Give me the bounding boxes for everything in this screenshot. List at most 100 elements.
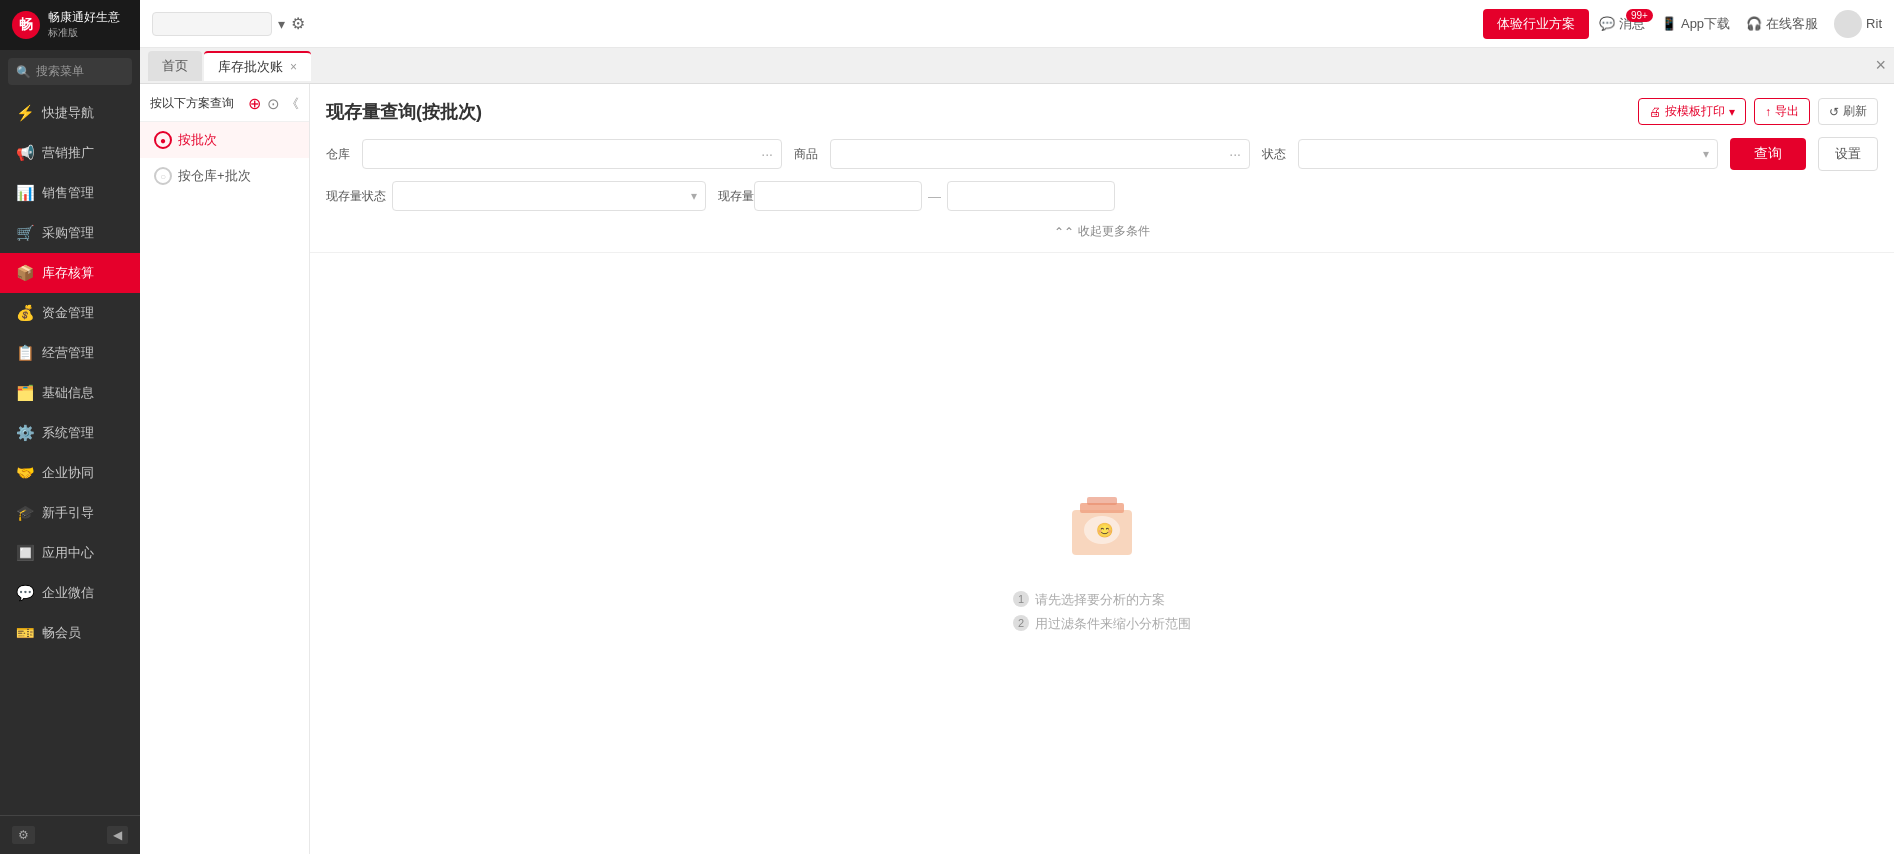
product-input[interactable]: ···: [830, 139, 1250, 169]
messages-btn[interactable]: 💬 消息 99+: [1599, 15, 1645, 33]
online-service-btn[interactable]: 🎧 在线客服: [1746, 15, 1818, 33]
query-btn[interactable]: 查询: [1730, 138, 1806, 170]
topbar-settings-btn[interactable]: ⚙: [291, 14, 305, 33]
sidebar-footer: ⚙ ◀: [0, 815, 140, 854]
app-edition: 标准版: [48, 26, 120, 40]
search-icon: 🔍: [16, 65, 31, 79]
sidebar-item-newbie[interactable]: 🎓 新手引导: [0, 493, 140, 533]
print-dropdown-icon: ▾: [1729, 105, 1735, 119]
sidebar-item-label: 基础信息: [42, 384, 94, 402]
export-label: 导出: [1775, 103, 1799, 120]
sidebar-search[interactable]: 🔍 搜索菜单: [8, 58, 132, 85]
sidebar-item-label: 经营管理: [42, 344, 94, 362]
range-dash: —: [928, 189, 941, 204]
empty-tip-2: 2 用过滤条件来缩小分析范围: [1013, 615, 1191, 633]
filter-settings-btn[interactable]: 设置: [1818, 137, 1878, 171]
online-service-label: 在线客服: [1766, 15, 1818, 33]
tabbar: 首页 库存批次账 × ×: [140, 48, 1894, 84]
status-label: 状态: [1262, 146, 1292, 163]
sidebar-item-operation[interactable]: 📋 经营管理: [0, 333, 140, 373]
sidebar-item-label: 销售管理: [42, 184, 94, 202]
panel-close-btn[interactable]: ×: [1875, 55, 1886, 76]
headset-icon: 🎧: [1746, 16, 1762, 31]
scheme-collapse-btn[interactable]: 《: [286, 95, 299, 113]
marketing-icon: 📢: [16, 144, 34, 162]
phone-icon: 📱: [1661, 16, 1677, 31]
stock-qty-max-input[interactable]: [947, 181, 1115, 211]
sidebar-item-label: 新手引导: [42, 504, 94, 522]
print-label: 按模板打印: [1665, 103, 1725, 120]
export-btn[interactable]: ↑ 导出: [1754, 98, 1810, 125]
warehouse-input[interactable]: ···: [362, 139, 782, 169]
stock-qty-range: —: [754, 181, 1115, 211]
stock-qty-min-input[interactable]: [754, 181, 922, 211]
sidebar-item-sales[interactable]: 📊 销售管理: [0, 173, 140, 213]
topbar-search-area: ▾ ⚙: [152, 12, 1473, 36]
sidebar-item-label: 采购管理: [42, 224, 94, 242]
sidebar-item-quicknav[interactable]: ⚡ 快捷导航: [0, 93, 140, 133]
user-avatar-btn[interactable]: Rit: [1834, 10, 1882, 38]
status-filter: 状态 ▾: [1262, 139, 1718, 169]
sidebar-item-inventory[interactable]: 📦 库存核算: [0, 253, 140, 293]
status-select[interactable]: ▾: [1298, 139, 1718, 169]
tip-num-1: 1: [1013, 591, 1029, 607]
purchase-icon: 🛒: [16, 224, 34, 242]
scheme-item-by-batch[interactable]: ● 按批次: [140, 122, 309, 158]
collapse-more-row[interactable]: ⌃⌃ 收起更多条件: [326, 219, 1878, 244]
sidebar-item-label: 营销推广: [42, 144, 94, 162]
sidebar-item-basic[interactable]: 🗂️ 基础信息: [0, 373, 140, 413]
sidebar-item-enterprise[interactable]: 🤝 企业协同: [0, 453, 140, 493]
scheme-settings-btn[interactable]: ⊙: [267, 95, 280, 113]
export-icon: ↑: [1765, 105, 1771, 119]
sidebar-item-wechat[interactable]: 💬 企业微信: [0, 573, 140, 613]
sidebar-item-finance[interactable]: 💰 资金管理: [0, 293, 140, 333]
app-download-btn[interactable]: 📱 App下载: [1661, 15, 1730, 33]
warehouse-label: 仓库: [326, 146, 356, 163]
sidebar-item-purchase[interactable]: 🛒 采购管理: [0, 213, 140, 253]
tab-close-btn[interactable]: ×: [290, 60, 297, 74]
sidebar-item-marketing[interactable]: 📢 营销推广: [0, 133, 140, 173]
industry-solution-btn[interactable]: 体验行业方案: [1483, 9, 1589, 39]
system-icon: ⚙️: [16, 424, 34, 442]
scheme-active-icon: ●: [154, 131, 172, 149]
inventory-icon: 📦: [16, 264, 34, 282]
tab-home-label: 首页: [162, 57, 188, 75]
sidebar-item-apps[interactable]: 🔲 应用中心: [0, 533, 140, 573]
tab-home[interactable]: 首页: [148, 51, 202, 81]
scheme-panel-title: 按以下方案查询: [150, 95, 234, 112]
sidebar-collapse-btn[interactable]: ◀: [107, 826, 128, 844]
topbar-search-input[interactable]: [152, 12, 272, 36]
sidebar-header: 畅 畅康通好生意 标准版: [0, 0, 140, 50]
page-title: 现存量查询(按批次): [326, 100, 482, 124]
scheme-panel-actions: ⊕ ⊙ 《: [248, 94, 299, 113]
stock-status-select[interactable]: ▾: [392, 181, 706, 211]
sidebar-item-member[interactable]: 🎫 畅会员: [0, 613, 140, 653]
product-label: 商品: [794, 146, 824, 163]
content-area: 按以下方案查询 ⊕ ⊙ 《 ● 按批次 ○ 按仓库+批次 现存量查询(: [140, 84, 1894, 854]
add-scheme-btn[interactable]: ⊕: [248, 94, 261, 113]
product-dots[interactable]: ···: [1229, 146, 1241, 162]
message-icon: 💬: [1599, 16, 1615, 31]
sidebar-nav: ⚡ 快捷导航 📢 营销推广 📊 销售管理 🛒 采购管理 📦 库存核算 💰 资金管…: [0, 93, 140, 815]
print-icon: 🖨: [1649, 105, 1661, 119]
stock-status-chevron-icon: ▾: [691, 189, 697, 203]
scheme-by-batch-label: 按批次: [178, 131, 217, 149]
collapse-up-icon: ⌃⌃: [1054, 225, 1074, 239]
basic-icon: 🗂️: [16, 384, 34, 402]
print-btn[interactable]: 🖨 按模板打印 ▾: [1638, 98, 1746, 125]
finance-icon: 💰: [16, 304, 34, 322]
sidebar-item-system[interactable]: ⚙️ 系统管理: [0, 413, 140, 453]
sidebar-settings-btn[interactable]: ⚙: [12, 826, 35, 844]
status-chevron-icon: ▾: [1703, 147, 1709, 161]
scheme-item-by-warehouse-batch[interactable]: ○ 按仓库+批次: [140, 158, 309, 194]
topbar-dropdown-btn[interactable]: ▾: [278, 16, 285, 32]
refresh-btn[interactable]: ↺ 刷新: [1818, 98, 1878, 125]
tab-inventory-batch[interactable]: 库存批次账 ×: [204, 51, 311, 81]
sidebar-search-label: 搜索菜单: [36, 63, 84, 80]
warehouse-filter: 仓库 ···: [326, 139, 782, 169]
enterprise-icon: 🤝: [16, 464, 34, 482]
tip-1-text: 请先选择要分析的方案: [1035, 591, 1165, 609]
warehouse-dots[interactable]: ···: [761, 146, 773, 162]
tab-inventory-batch-label: 库存批次账: [218, 58, 283, 76]
filter-row-2: 现存量状态 ▾ 现存量（主） —: [326, 181, 1878, 211]
